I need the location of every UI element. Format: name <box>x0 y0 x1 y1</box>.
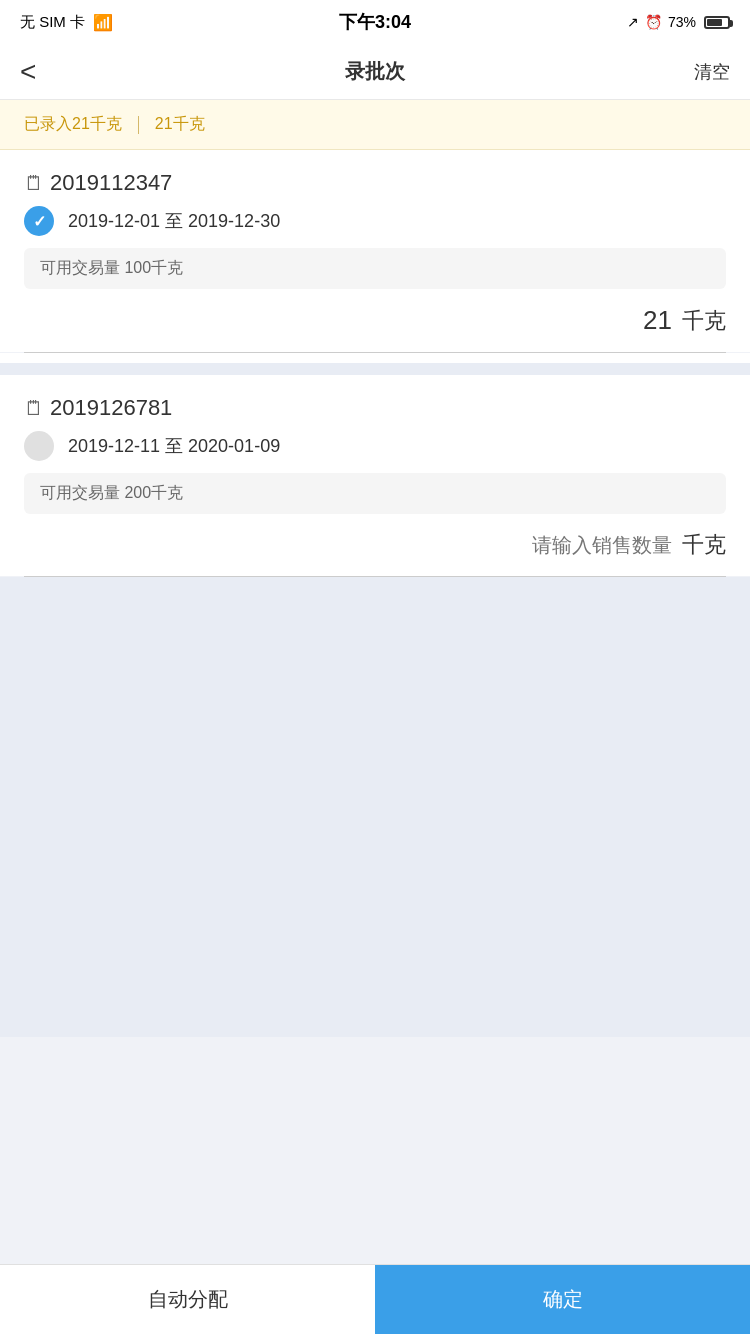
status-right: ↗ ⏰ 73% <box>627 14 730 30</box>
batch-1-radio[interactable]: ✓ <box>24 206 54 236</box>
status-time: 下午3:04 <box>339 10 411 34</box>
summary-divider <box>138 116 139 134</box>
batch-2-date-row[interactable]: 2019-12-11 至 2020-01-09 <box>24 431 726 461</box>
battery-icon <box>704 16 730 29</box>
batch-2-input-row: 千克 <box>0 514 750 576</box>
check-icon: ✓ <box>33 212 46 231</box>
batch-1-date-row[interactable]: ✓ 2019-12-01 至 2019-12-30 <box>24 206 726 236</box>
batch-1-icon: 🗒 <box>24 172 44 195</box>
wifi-icon: 📶 <box>93 13 113 32</box>
batch-1-date: 2019-12-01 至 2019-12-30 <box>68 209 280 233</box>
empty-area <box>0 577 750 1037</box>
batch-2-card: 🗒 2019126781 2019-12-11 至 2020-01-09 可用交… <box>0 375 750 514</box>
batch-2-radio[interactable] <box>24 431 54 461</box>
batch-1-unit: 千克 <box>682 306 726 336</box>
auto-distribute-button[interactable]: 自动分配 <box>0 1265 375 1334</box>
status-left: 无 SIM 卡 📶 <box>20 13 113 32</box>
section-separator <box>0 363 750 375</box>
location-icon: ↗ <box>627 14 639 30</box>
status-bar: 无 SIM 卡 📶 下午3:04 ↗ ⏰ 73% <box>0 0 750 44</box>
batch-2-unit: 千克 <box>682 530 726 560</box>
batch-1-amount-row: 千克 <box>0 289 750 352</box>
batch-2-id: 2019126781 <box>50 395 172 421</box>
clear-button[interactable]: 清空 <box>694 60 730 84</box>
batch-2-date: 2019-12-11 至 2020-01-09 <box>68 434 280 458</box>
batch-2-icon: 🗒 <box>24 397 44 420</box>
batch-1-available: 可用交易量 100千克 <box>24 248 726 289</box>
summary-banner: 已录入21千克 21千克 <box>0 100 750 150</box>
batch-2-header: 🗒 2019126781 <box>24 395 726 421</box>
batch-2-amount-input[interactable] <box>422 534 672 557</box>
batch-1-amount-input[interactable] <box>552 305 672 336</box>
battery-percent: 73% <box>668 14 696 30</box>
back-button[interactable]: < <box>20 56 60 88</box>
confirm-button[interactable]: 确定 <box>375 1265 750 1334</box>
alarm-icon: ⏰ <box>645 14 662 30</box>
batch-1-id: 2019112347 <box>50 170 172 196</box>
carrier-label: 无 SIM 卡 <box>20 13 85 32</box>
nav-bar: < 录批次 清空 <box>0 44 750 100</box>
recorded-label: 已录入21千克 <box>24 114 122 135</box>
amount-label: 21千克 <box>155 114 205 135</box>
batch-1-card: 🗒 2019112347 ✓ 2019-12-01 至 2019-12-30 可… <box>0 150 750 289</box>
bottom-bar: 自动分配 确定 <box>0 1264 750 1334</box>
batch-2-available: 可用交易量 200千克 <box>24 473 726 514</box>
page-title: 录批次 <box>345 58 405 85</box>
batch-1-spacer <box>0 353 750 363</box>
batch-1-header: 🗒 2019112347 <box>24 170 726 196</box>
